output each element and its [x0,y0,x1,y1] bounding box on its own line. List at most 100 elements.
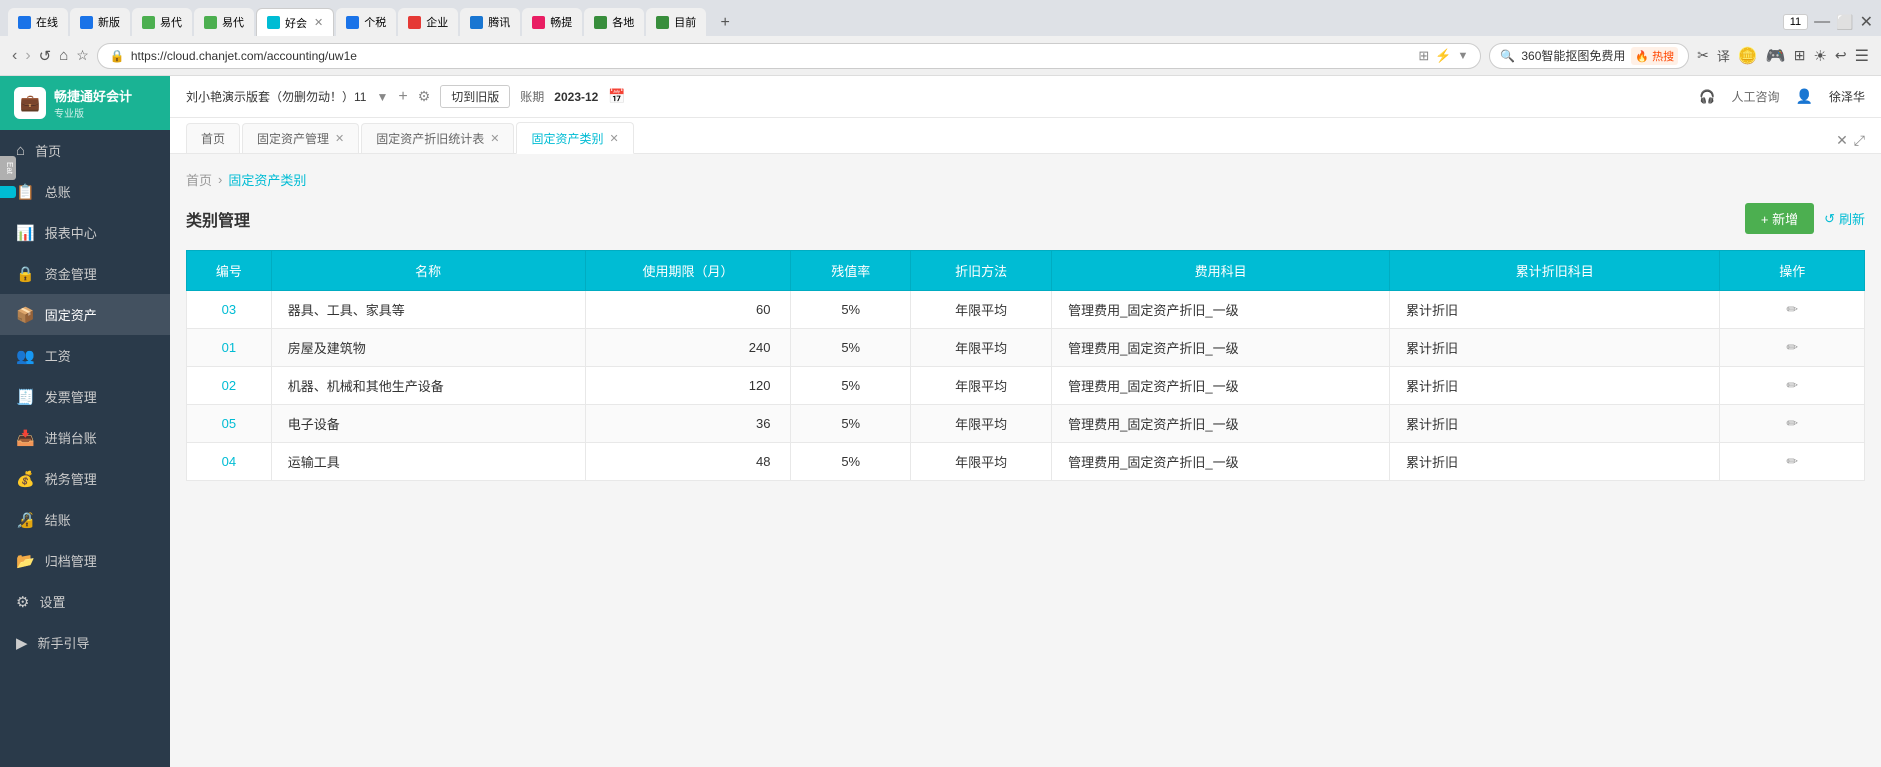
col-header-rate: 残值率 [791,251,911,291]
username: 徐泽华 [1829,88,1865,105]
tab-depreciation-table[interactable]: 固定资产折旧统计表 ✕ [361,123,514,153]
sidebar-label: 结账 [45,510,71,529]
window-maximize[interactable]: ⬜ [1836,14,1853,31]
breadcrumb-separator: › [218,172,222,187]
browser-tab-changti[interactable]: 畅提 [522,8,582,36]
settings-gear-icon[interactable]: ⚙ [418,88,431,105]
nav-forward[interactable]: › [25,47,30,65]
undo-icon: ↩ [1835,47,1847,64]
breadcrumb-home[interactable]: 首页 [186,170,212,189]
sidebar-item-settings[interactable]: ⚙ 设置 [0,581,170,622]
sidebar-label: 新手引导 [38,633,90,652]
browser-tab-yidai2[interactable]: 易代 [194,8,254,36]
edge-btn-1[interactable]: Eat [0,156,16,180]
cell-code[interactable]: 02 [187,367,272,405]
grid-icon: ⊞ [1794,47,1806,64]
url-input[interactable] [131,49,1413,63]
page-header: 类别管理 + 新增 ↺ 刷新 [186,203,1865,234]
cell-code[interactable]: 03 [187,291,272,329]
sidebar-item-tax[interactable]: 💰 税务管理 [0,458,170,499]
browser-tab-gedi[interactable]: 各地 [584,8,644,36]
sidebar-item-archive[interactable]: 📂 归档管理 [0,540,170,581]
funds-icon: 🔒 [16,265,35,283]
browser-tab-tengxun[interactable]: 腾讯 [460,8,520,36]
tab-fixed-assets-mgmt[interactable]: 固定资产管理 ✕ [242,123,359,153]
browser-tab-xinban[interactable]: 新版 [70,8,130,36]
cell-action[interactable]: ✏ [1720,329,1865,367]
switch-old-btn[interactable]: 切到旧版 [440,85,510,108]
browser-tab-haohui[interactable]: 好会 ✕ [256,8,334,36]
browser-tab-muqian[interactable]: 目前 [646,8,706,36]
sidebar-item-tutorial[interactable]: ▶ 新手引导 [0,622,170,663]
col-header-accumulated: 累计折旧科目 [1390,251,1720,291]
nav-home[interactable]: ⌂ [59,47,68,64]
cell-code[interactable]: 05 [187,405,272,443]
edge-btn-2[interactable] [0,186,16,198]
tab-close-icon[interactable]: ✕ [335,132,344,145]
sidebar-item-funds[interactable]: 🔒 资金管理 [0,253,170,294]
nav-star[interactable]: ☆ [76,47,89,64]
sidebar-item-fixed-assets[interactable]: 📦 固定资产 [0,294,170,335]
search-bar[interactable]: 🔍 360智能抠图免费用 🔥 热搜 [1489,43,1689,69]
action-buttons: + 新增 ↺ 刷新 [1745,203,1865,234]
logo-subtitle: 专业版 [54,105,132,120]
window-close[interactable]: ✕ [1860,12,1873,32]
calendar-icon[interactable]: 📅 [608,88,625,105]
add-company-btn[interactable]: + [398,88,407,106]
col-header-name: 名称 [271,251,585,291]
browser-tab-yidai1[interactable]: 易代 [132,8,192,36]
dropdown-arrow[interactable]: ▼ [376,90,388,104]
cell-code[interactable]: 04 [187,443,272,481]
consult-label[interactable]: 人工咨询 [1732,88,1780,105]
consult-icon: 🎧 [1699,89,1715,105]
sidebar-item-home[interactable]: ⌂ 首页 [0,130,170,171]
cell-action[interactable]: ✏ [1720,291,1865,329]
col-header-code: 编号 [187,251,272,291]
tab-close-icon[interactable]: ✕ [490,132,499,145]
sidebar-item-close-period[interactable]: 🔏 结账 [0,499,170,540]
tab-label: 企业 [426,14,448,30]
tab-fixed-assets-category[interactable]: 固定资产类别 ✕ [516,122,633,154]
url-input-container[interactable]: 🔒 ⊞ ⚡ ▼ [97,43,1482,69]
sidebar-item-reports[interactable]: 📊 报表中心 [0,212,170,253]
tab-panel-expand[interactable]: ⤢ [1854,132,1865,149]
sidebar-item-general-ledger[interactable]: 📋 总账 [0,171,170,212]
window-minimize[interactable]: — [1814,13,1830,31]
tab-panel-close[interactable]: ✕ [1836,132,1848,149]
cell-code[interactable]: 01 [187,329,272,367]
refresh-button[interactable]: ↺ 刷新 [1824,209,1865,228]
sidebar-label: 发票管理 [45,387,97,406]
cell-name: 运输工具 [271,443,585,481]
cell-accumulated: 累计折旧 [1390,443,1720,481]
browser-tab-geshu[interactable]: 个税 [336,8,396,36]
sidebar-item-invoice[interactable]: 🧾 发票管理 [0,376,170,417]
browser-tab-close[interactable]: ✕ [314,16,323,29]
cell-action[interactable]: ✏ [1720,443,1865,481]
search-icon: 🔍 [1500,49,1515,63]
new-tab-button[interactable]: + [712,10,738,36]
nav-back[interactable]: ‹ [12,47,17,65]
menu-icon[interactable]: ☰ [1855,46,1869,66]
tab-home[interactable]: 首页 [186,123,240,153]
cell-method: 年限平均 [911,443,1052,481]
browser-tab-qiye[interactable]: 企业 [398,8,458,36]
cell-name: 器具、工具、家具等 [271,291,585,329]
cell-action[interactable]: ✏ [1720,367,1865,405]
sidebar-label: 资金管理 [45,264,97,283]
tab-label: 固定资产类别 [531,130,603,147]
add-button[interactable]: + 新增 [1745,203,1814,234]
sidebar-label: 税务管理 [45,469,97,488]
nav-refresh[interactable]: ↺ [39,47,52,65]
sidebar-label: 进销台账 [45,428,97,447]
cell-name: 机器、机械和其他生产设备 [271,367,585,405]
tab-count-badge[interactable]: 11 [1783,14,1808,30]
cell-action[interactable]: ✏ [1720,405,1865,443]
table-row: 04 运输工具 48 5% 年限平均 管理费用_固定资产折旧_一级 累计折旧 ✏ [187,443,1865,481]
sidebar-item-purchase-sales[interactable]: 📥 进销台账 [0,417,170,458]
tab-label: 目前 [674,14,696,30]
tab-label: 腾讯 [488,14,510,30]
browser-tab-zaixian[interactable]: 在线 [8,8,68,36]
tab-label: 在线 [36,14,58,30]
sidebar-item-payroll[interactable]: 👥 工资 [0,335,170,376]
tab-close-icon[interactable]: ✕ [610,132,619,145]
